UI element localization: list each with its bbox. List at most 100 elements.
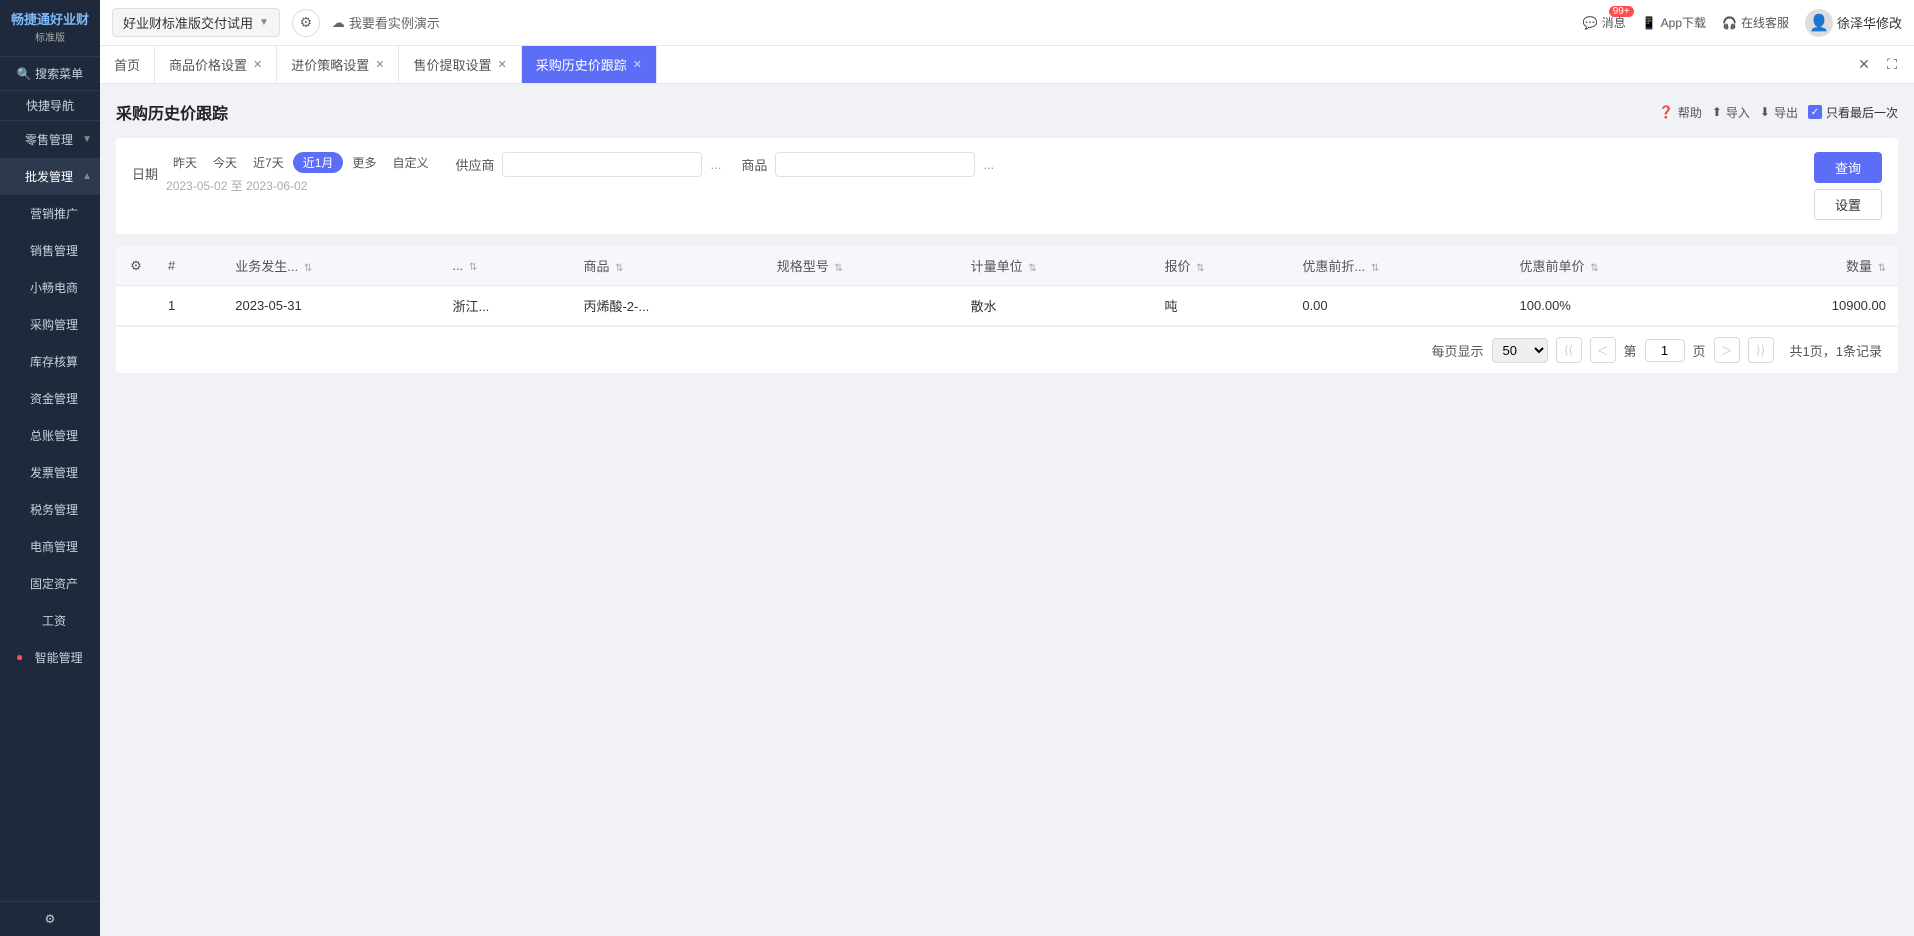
sidebar-item-label: 总账管理 [16,427,92,444]
last-page-btn[interactable]: ⟩⟩ [1748,337,1774,363]
sidebar-search-label: 搜索菜单 [35,67,83,81]
checkbox-checked-icon: ✓ [1808,105,1822,119]
search-icon: 🔍 [17,67,32,81]
sidebar-item-finance[interactable]: 资金管理 [0,380,100,417]
sidebar-settings[interactable]: ⚙ [0,901,100,936]
sidebar-item-ecommerce[interactable]: 电商管理 [0,528,100,565]
col-unit[interactable]: 计量单位 ⇅ [959,246,1153,286]
supplier-more[interactable]: ... [710,157,721,172]
supplier-filter-label: 供应商 [455,155,494,174]
date-btn-1month[interactable]: 近1月 [293,152,344,173]
query-button[interactable]: 查询 [1814,152,1882,183]
sidebar-item-purchase[interactable]: 采购管理 [0,306,100,343]
import-label: 导入 [1726,104,1750,121]
sidebar-item-label: 电商管理 [16,538,92,555]
export-btn[interactable]: ⬇ 导出 [1760,104,1798,121]
tab-product-price[interactable]: 商品价格设置 ✕ [155,46,277,84]
sort-icon: ⇅ [1371,263,1379,274]
col-gear[interactable]: ⚙ [116,246,156,286]
prev-page-btn[interactable]: ＜ [1590,337,1616,363]
close-icon[interactable]: ✕ [375,58,384,71]
date-range-text: 2023-05-02 至 2023-06-02 [166,177,435,194]
sidebar-search[interactable]: 🔍 搜索菜单 [0,57,100,91]
sidebar-item-payroll[interactable]: 工资 [0,602,100,639]
tab-close-btn[interactable]: ✕ [1850,51,1878,79]
col-extra[interactable]: ... ⇅ [440,246,571,286]
col-date[interactable]: 业务发生... ⇅ [223,246,440,286]
help-btn[interactable]: ❓ 帮助 [1659,104,1702,121]
online-service-btn[interactable]: 🎧 在线客服 [1722,14,1789,31]
supplier-input[interactable] [502,152,702,177]
col-discount[interactable]: 优惠前折... ⇅ [1290,246,1507,286]
row-quote: 吨 [1152,286,1290,326]
col-price-before[interactable]: 优惠前单价 ⇅ [1508,246,1730,286]
chevron-down-icon: ▼ [82,134,92,145]
sidebar-item-assets[interactable]: 固定资产 [0,565,100,602]
sidebar-quick-nav[interactable]: 快捷导航 [0,91,100,121]
online-service-label: 在线客服 [1741,14,1789,31]
app-download-btn[interactable]: 📱 App下载 [1642,14,1706,31]
tab-home[interactable]: 首页 [100,46,155,84]
sort-icon: ⇅ [469,262,477,273]
message-icon: 💬 [1583,16,1598,30]
sidebar-item-label: 销售管理 [16,242,92,259]
dot-icon: ● [16,650,23,664]
tab-purchase-strategy[interactable]: 进价策略设置 ✕ [277,46,399,84]
tabbar: 首页 商品价格设置 ✕ 进价策略设置 ✕ 售价提取设置 ✕ 采购历史价跟踪 ✕ … [100,46,1914,84]
close-icon[interactable]: ✕ [253,58,262,71]
close-icon[interactable]: ✕ [498,58,507,71]
date-btn-more[interactable]: 更多 [345,152,383,173]
row-extra: 浙江... [440,286,571,326]
messages-btn[interactable]: 💬 消息 99+ [1583,14,1626,31]
date-btn-7days[interactable]: 近7天 [246,152,291,173]
sidebar-item-tax[interactable]: 税务管理 [0,491,100,528]
demo-link[interactable]: ☁ 我要看实例演示 [332,13,440,32]
sidebar-item-ecom[interactable]: 小畅电商 [0,269,100,306]
page-header: 采购历史价跟踪 ❓ 帮助 ⬆ 导入 ⬇ 导出 ✓ 只看最后一次 [116,100,1898,124]
sidebar-item-ai[interactable]: ● 智能管理 [0,639,100,676]
col-spec[interactable]: 规格型号 ⇅ [765,246,959,286]
goods-input[interactable] [775,152,975,177]
only-last-checkbox[interactable]: ✓ 只看最后一次 [1808,104,1898,121]
first-page-btn[interactable]: ⟨⟨ [1556,337,1582,363]
sidebar-item-inventory[interactable]: 库存核算 [0,343,100,380]
sidebar-item-ledger[interactable]: 总账管理 [0,417,100,454]
goods-filter-group: 商品 ... [741,152,994,177]
close-icon[interactable]: ✕ [633,58,642,71]
date-btn-custom[interactable]: 自定义 [385,152,435,173]
sidebar-item-wholesale[interactable]: 批发管理 ▲ [0,158,100,195]
col-price-before-label: 优惠前单价 [1520,259,1585,274]
tab-expand-btn[interactable]: ⛶ [1878,51,1906,79]
chevron-down-icon: ▼ [259,17,269,28]
row-goods: 丙烯酸-2-... [571,286,764,326]
per-page-select[interactable]: 10 20 50 100 [1492,338,1548,363]
goods-more[interactable]: ... [983,157,994,172]
date-btn-today[interactable]: 今天 [206,152,244,173]
col-quote[interactable]: 报价 ⇅ [1152,246,1290,286]
col-extra-label: ... [452,258,463,273]
col-goods[interactable]: 商品 ⇅ [571,246,764,286]
sidebar-item-label: 营销推广 [16,205,92,222]
tab-purchase-history[interactable]: 采购历史价跟踪 ✕ [522,46,657,84]
page-actions: ❓ 帮助 ⬆ 导入 ⬇ 导出 ✓ 只看最后一次 [1659,104,1898,121]
tab-price-extract[interactable]: 售价提取设置 ✕ [399,46,521,84]
export-icon: ⬇ [1760,105,1770,119]
import-btn[interactable]: ⬆ 导入 [1712,104,1750,121]
date-btn-yesterday[interactable]: 昨天 [166,152,204,173]
sort-icon: ⇅ [834,263,842,274]
page-input[interactable]: 1 [1645,339,1685,362]
row-discount: 0.00 [1290,286,1507,326]
user-info[interactable]: 👤 徐泽华修改 [1805,9,1902,37]
next-page-btn[interactable]: ＞ [1714,337,1740,363]
supplier-filter-group: 供应商 ... [455,152,721,177]
version-select[interactable]: 好业财标准版交付试用 ▼ [112,8,280,37]
settings-button[interactable]: 设置 [1814,189,1882,220]
sidebar-item-invoice[interactable]: 发票管理 [0,454,100,491]
sidebar-item-retail[interactable]: 零售管理 ▼ [0,121,100,158]
col-quantity[interactable]: 数量 ⇅ [1729,246,1898,286]
settings-icon-btn[interactable]: ⚙ [292,9,320,37]
sidebar-item-sales[interactable]: 销售管理 [0,232,100,269]
sidebar-item-marketing[interactable]: 营销推广 [0,195,100,232]
sidebar-item-label: 零售管理 [16,131,82,148]
app-download-label: App下载 [1661,14,1706,31]
